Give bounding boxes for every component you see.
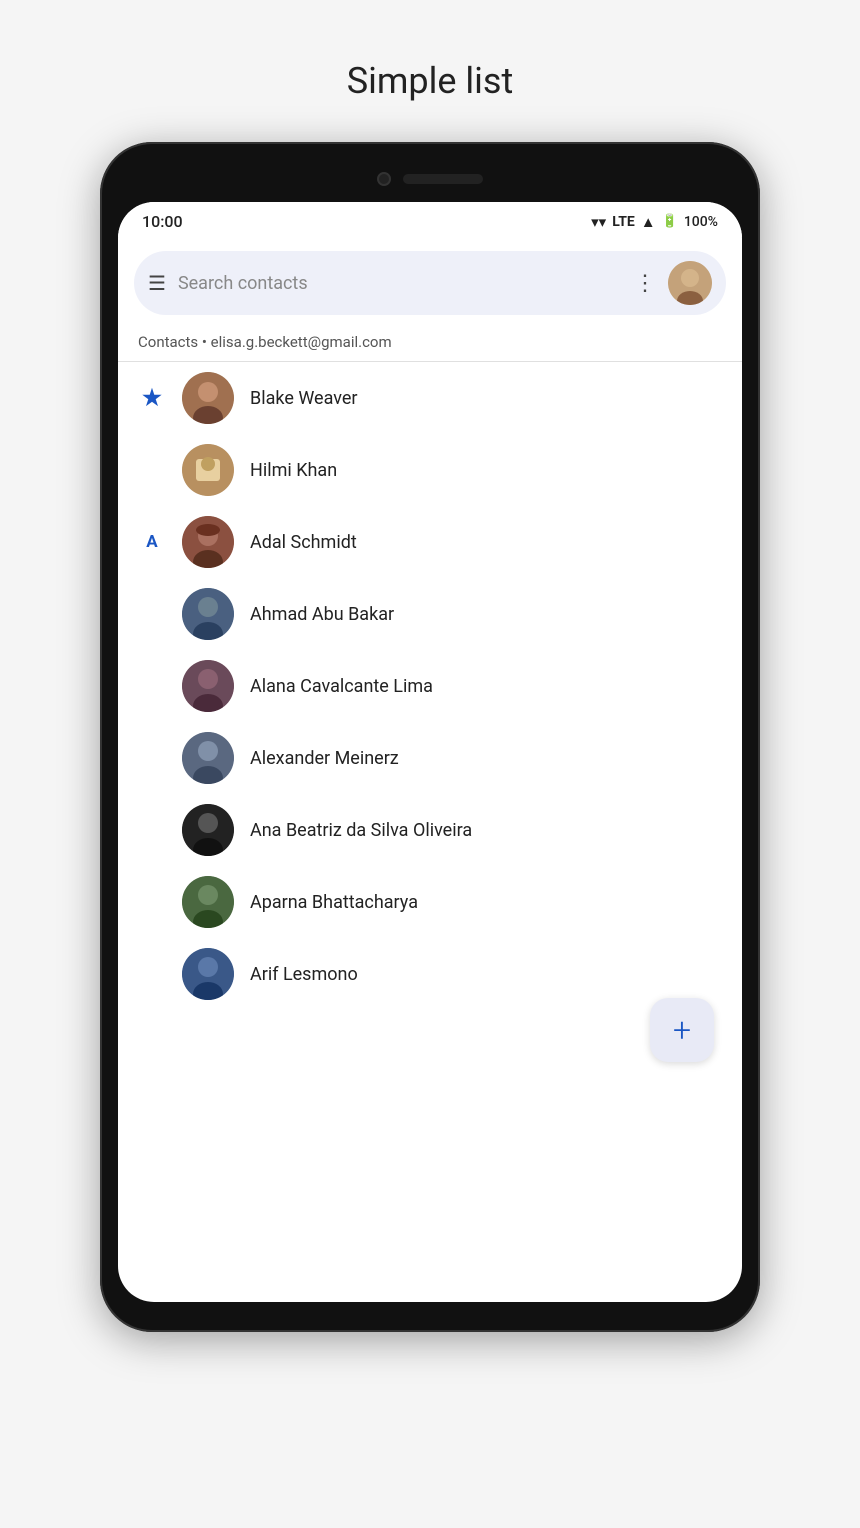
list-item[interactable]: Alexander Meinerz [118, 722, 742, 794]
add-contact-fab[interactable]: + [650, 998, 714, 1062]
contact-name: Alana Cavalcante Lima [250, 676, 433, 697]
contact-name: Hilmi Khan [250, 460, 337, 481]
more-icon[interactable]: ⋮ [634, 271, 656, 296]
signal-icon: ▲ [641, 213, 656, 231]
plus-icon: + [673, 1011, 691, 1049]
star-section-label: ★ [138, 386, 166, 411]
avatar [182, 516, 234, 568]
avatar [182, 948, 234, 1000]
avatar [182, 876, 234, 928]
page-title: Simple list [347, 60, 514, 102]
avatar [182, 444, 234, 496]
section-label-a: A [138, 532, 166, 552]
speaker-notch [403, 174, 483, 184]
account-info: Contacts • elisa.g.beckett@gmail.com [118, 325, 742, 361]
search-input[interactable]: Search contacts [178, 273, 622, 294]
battery-percent: 100% [684, 214, 718, 230]
contact-name: Ana Beatriz da Silva Oliveira [250, 820, 472, 841]
status-bar: 10:00 ▾▾ LTE ▲ 🔋 100% [118, 202, 742, 237]
list-item[interactable]: Alana Cavalcante Lima [118, 650, 742, 722]
contact-name: Adal Schmidt [250, 532, 357, 553]
user-avatar[interactable] [668, 261, 712, 305]
search-bar[interactable]: ☰ Search contacts ⋮ [134, 251, 726, 315]
lte-icon: LTE [612, 214, 635, 230]
screen-inner: 10:00 ▾▾ LTE ▲ 🔋 100% ☰ Search contacts … [118, 202, 742, 1090]
hamburger-icon[interactable]: ☰ [148, 271, 166, 295]
phone-frame: 10:00 ▾▾ LTE ▲ 🔋 100% ☰ Search contacts … [100, 142, 760, 1332]
list-item[interactable]: ★ Blake Weaver [118, 362, 742, 434]
camera-notch [377, 172, 391, 186]
contact-name: Alexander Meinerz [250, 748, 399, 769]
avatar [182, 372, 234, 424]
avatar [182, 588, 234, 640]
contact-name: Blake Weaver [250, 388, 358, 409]
contact-name: Aparna Bhattacharya [250, 892, 418, 913]
battery-icon: 🔋 [662, 214, 678, 229]
phone-screen: 10:00 ▾▾ LTE ▲ 🔋 100% ☰ Search contacts … [118, 202, 742, 1302]
status-icons: ▾▾ LTE ▲ 🔋 100% [591, 213, 718, 231]
fab-spacer: + [118, 1010, 742, 1090]
wifi-icon: ▾▾ [591, 213, 606, 231]
contact-name: Ahmad Abu Bakar [250, 604, 394, 625]
list-item[interactable]: Hilmi Khan [118, 434, 742, 506]
contact-name: Arif Lesmono [250, 964, 358, 985]
list-item[interactable]: Aparna Bhattacharya [118, 866, 742, 938]
avatar [182, 660, 234, 712]
avatar [182, 804, 234, 856]
contact-list: ★ Blake Weaver [118, 362, 742, 1010]
status-time: 10:00 [142, 212, 183, 231]
avatar [182, 732, 234, 784]
phone-notch [118, 160, 742, 198]
list-item[interactable]: Ana Beatriz da Silva Oliveira [118, 794, 742, 866]
list-item[interactable]: A Adal Schmidt [118, 506, 742, 578]
list-item[interactable]: Ahmad Abu Bakar [118, 578, 742, 650]
list-item[interactable]: Arif Lesmono [118, 938, 742, 1010]
